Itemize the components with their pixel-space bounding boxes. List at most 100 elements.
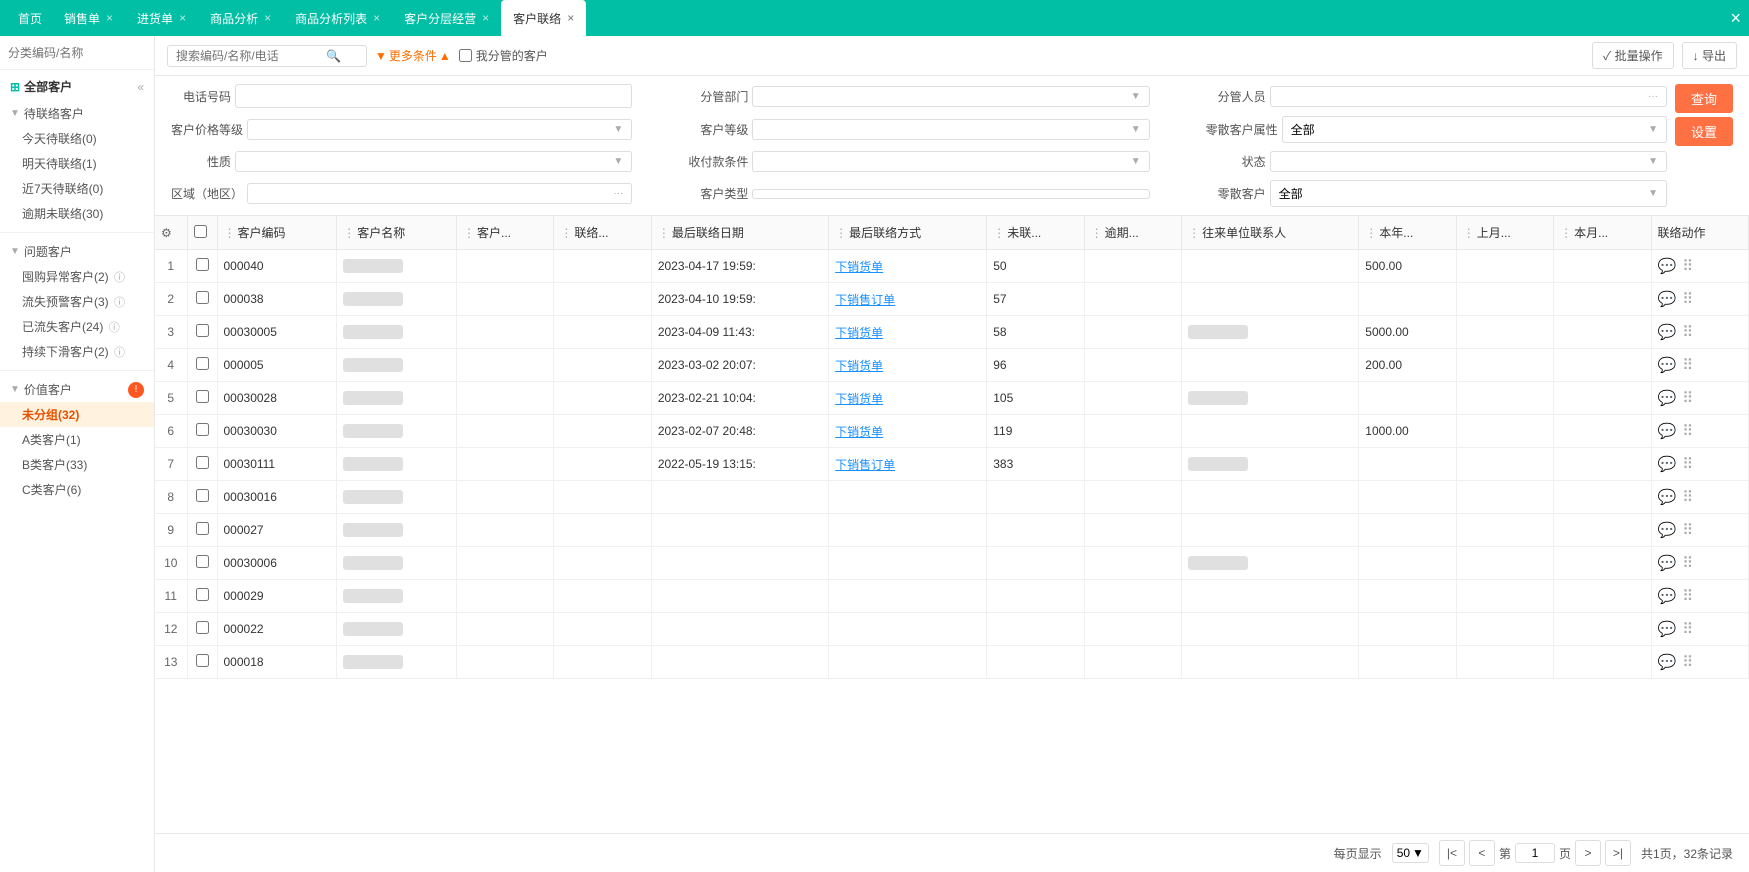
last-page-button[interactable]: >| <box>1605 840 1631 866</box>
last-method-cell[interactable]: 下销货单 <box>829 316 987 349</box>
grid-action-icon[interactable]: ⠿ <box>1682 620 1693 638</box>
grid-action-icon[interactable]: ⠿ <box>1682 653 1693 671</box>
comment-icon[interactable]: 💬 <box>1658 422 1677 440</box>
sidebar-item-tomorrow[interactable]: 明天待联络(1) <box>0 151 154 176</box>
sidebar-item-attrition-warning[interactable]: 流失预警客户(3) ⓘ <box>0 289 154 314</box>
comment-icon[interactable]: 💬 <box>1658 653 1677 671</box>
page-number-input[interactable] <box>1515 843 1555 863</box>
home-button[interactable]: 首页 <box>8 0 52 36</box>
prev-page-button[interactable]: < <box>1469 840 1495 866</box>
window-close-icon[interactable]: × <box>1730 8 1741 29</box>
row-checkbox-cell[interactable] <box>187 349 217 382</box>
row-checkbox-cell[interactable] <box>187 250 217 283</box>
row-checkbox-cell[interactable] <box>187 415 217 448</box>
phone-input[interactable] <box>235 84 632 108</box>
last-method-cell[interactable] <box>829 646 987 679</box>
collapse-icon[interactable]: « <box>137 80 144 94</box>
comment-icon[interactable]: 💬 <box>1658 257 1677 275</box>
row-checkbox[interactable] <box>196 588 209 601</box>
export-button[interactable]: ↓ 导出 <box>1682 42 1737 69</box>
person-select[interactable]: ··· <box>1270 86 1667 107</box>
last-method-cell[interactable] <box>829 481 987 514</box>
row-checkbox[interactable] <box>196 324 209 337</box>
reset-button[interactable]: 设置 <box>1675 117 1733 146</box>
comment-icon[interactable]: 💬 <box>1658 356 1677 374</box>
comment-icon[interactable]: 💬 <box>1658 488 1677 506</box>
problem-customers-header[interactable]: ▼ 问题客户 <box>0 239 154 264</box>
retail-customer-select[interactable]: 全部 ▼ <box>1270 180 1667 207</box>
last-method-cell[interactable] <box>829 580 987 613</box>
row-checkbox[interactable] <box>196 621 209 634</box>
my-customers-checkbox[interactable]: 我分管的客户 <box>459 47 548 64</box>
first-page-button[interactable]: |< <box>1439 840 1465 866</box>
search-input[interactable] <box>176 49 326 63</box>
retail-attr-select[interactable]: 全部 ▼ <box>1282 116 1667 143</box>
tab-purchase-order[interactable]: 进货单 × <box>125 0 198 36</box>
customer-type-select[interactable] <box>752 189 1149 199</box>
grid-action-icon[interactable]: ⠿ <box>1682 587 1693 605</box>
row-checkbox-cell[interactable] <box>187 283 217 316</box>
last-method-cell[interactable]: 下销货单 <box>829 250 987 283</box>
grid-action-icon[interactable]: ⠿ <box>1682 488 1693 506</box>
query-button[interactable]: 查询 <box>1675 84 1733 113</box>
row-checkbox[interactable] <box>196 456 209 469</box>
dept-select[interactable]: ▼ <box>752 86 1149 107</box>
comment-icon[interactable]: 💬 <box>1658 521 1677 539</box>
row-checkbox[interactable] <box>196 654 209 667</box>
sidebar-item-classA[interactable]: A类客户(1) <box>0 427 154 452</box>
search-box[interactable]: 🔍 <box>167 45 367 67</box>
comment-icon[interactable]: 💬 <box>1658 587 1677 605</box>
price-level-select[interactable]: ▼ <box>247 119 632 140</box>
region-select[interactable]: ··· <box>247 183 632 204</box>
select-all-checkbox[interactable] <box>194 225 207 238</box>
grid-action-icon[interactable]: ⠿ <box>1682 422 1693 440</box>
close-icon[interactable]: × <box>264 11 271 25</box>
last-method-cell[interactable] <box>829 547 987 580</box>
close-icon[interactable]: × <box>567 11 574 25</box>
last-method-cell[interactable]: 下销货单 <box>829 382 987 415</box>
grid-action-icon[interactable]: ⠿ <box>1682 290 1693 308</box>
sidebar-item-classC[interactable]: C类客户(6) <box>0 477 154 502</box>
per-page-select[interactable]: 50 ▼ <box>1392 843 1429 863</box>
settings-icon[interactable]: ⚙ <box>161 226 172 240</box>
tab-product-analysis-list[interactable]: 商品分析列表 × <box>283 0 392 36</box>
tab-sales-order[interactable]: 销售单 × <box>52 0 125 36</box>
last-method-cell[interactable]: 下销货单 <box>829 349 987 382</box>
row-checkbox[interactable] <box>196 357 209 370</box>
sidebar-item-lost[interactable]: 已流失客户(24) ⓘ <box>0 314 154 339</box>
payment-select[interactable]: ▼ <box>752 151 1149 172</box>
row-checkbox-cell[interactable] <box>187 613 217 646</box>
batch-operation-button[interactable]: ✓ 批量操作 <box>1592 42 1674 69</box>
row-checkbox-cell[interactable] <box>187 382 217 415</box>
sidebar-search-input[interactable] <box>8 46 155 60</box>
last-method-cell[interactable] <box>829 514 987 547</box>
comment-icon[interactable]: 💬 <box>1658 620 1677 638</box>
row-checkbox[interactable] <box>196 522 209 535</box>
sidebar-item-abnormal[interactable]: 囤购异常客户(2) ⓘ <box>0 264 154 289</box>
nature-select[interactable]: ▼ <box>235 151 632 172</box>
next-page-button[interactable]: > <box>1575 840 1601 866</box>
last-method-cell[interactable]: 下销货单 <box>829 415 987 448</box>
grid-action-icon[interactable]: ⠿ <box>1682 521 1693 539</box>
grid-action-icon[interactable]: ⠿ <box>1682 455 1693 473</box>
sidebar-item-ungrouped[interactable]: 未分组(32) <box>0 402 154 427</box>
row-checkbox[interactable] <box>196 555 209 568</box>
all-customers-header[interactable]: ⊞ 全部客户 « <box>0 70 154 99</box>
last-method-cell[interactable] <box>829 613 987 646</box>
tab-customer-segment[interactable]: 客户分层经营 × <box>392 0 501 36</box>
close-icon[interactable]: × <box>373 11 380 25</box>
checkbox-col-header[interactable] <box>187 216 217 250</box>
close-icon[interactable]: × <box>106 11 113 25</box>
row-checkbox[interactable] <box>196 423 209 436</box>
pending-contact-header[interactable]: ▼ 待联络客户 <box>0 101 154 126</box>
comment-icon[interactable]: 💬 <box>1658 389 1677 407</box>
row-checkbox-cell[interactable] <box>187 316 217 349</box>
row-checkbox-cell[interactable] <box>187 646 217 679</box>
row-checkbox[interactable] <box>196 291 209 304</box>
grid-action-icon[interactable]: ⠿ <box>1682 257 1693 275</box>
row-checkbox[interactable] <box>196 258 209 271</box>
more-conditions-button[interactable]: ▼ 更多条件 ▲ <box>375 47 451 64</box>
row-checkbox-cell[interactable] <box>187 580 217 613</box>
row-checkbox[interactable] <box>196 390 209 403</box>
settings-col-header[interactable]: ⚙ <box>155 216 187 250</box>
